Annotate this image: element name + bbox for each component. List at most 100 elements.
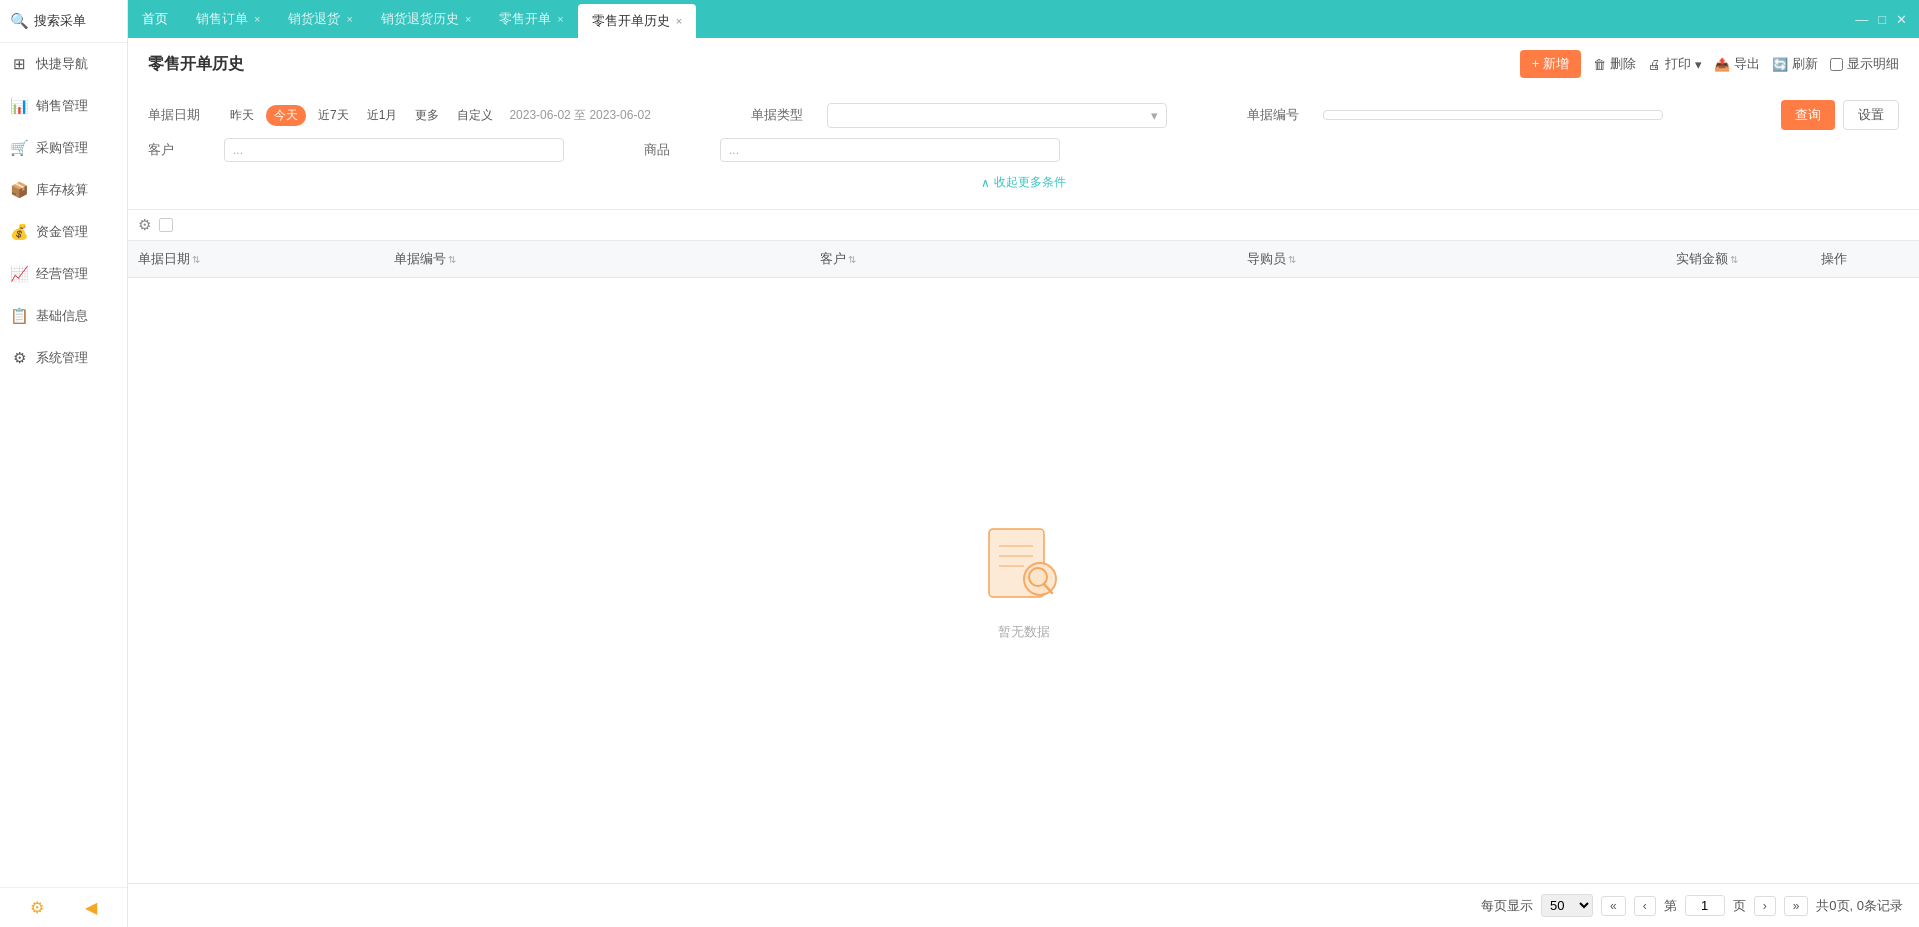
refresh-icon: 🔄 [1772, 57, 1788, 72]
export-button[interactable]: 📤 导出 [1714, 55, 1760, 73]
query-button[interactable]: 查询 [1781, 100, 1835, 130]
tab-retail-open[interactable]: 零售开单 × [485, 0, 577, 38]
sidebar-icon-basic: 📋 [10, 307, 28, 325]
goods-dots: ... [729, 143, 739, 157]
date-today[interactable]: 今天 [266, 105, 306, 126]
last-page-btn[interactable]: » [1784, 896, 1809, 916]
col-header-amount[interactable]: 实销金额⇅ [1493, 241, 1749, 278]
sidebar-label-system: 系统管理 [36, 349, 88, 367]
order-type-dropdown-icon: ▾ [1151, 108, 1158, 123]
sort-client-icon: ⇅ [848, 254, 856, 265]
col-header-client[interactable]: 客户⇅ [810, 241, 1236, 278]
tab-bar: 首页销售订单×销货退货×销货退货历史×零售开单×零售开单历史× — □ ✕ [128, 0, 1919, 38]
print-button[interactable]: 🖨 打印 ▾ [1648, 55, 1702, 73]
select-all-checkbox[interactable] [159, 218, 173, 232]
tab-label-home: 首页 [142, 10, 168, 28]
collapse-sidebar-icon[interactable]: ◀ [85, 898, 97, 917]
goods-input[interactable]: ... [720, 138, 1060, 162]
tab-sales-return[interactable]: 销货退货× [274, 0, 366, 38]
add-button[interactable]: + 新增 [1520, 50, 1581, 78]
sidebar-label-sales: 销售管理 [36, 97, 88, 115]
sort-guide-icon: ⇅ [1288, 254, 1296, 265]
date-yesterday[interactable]: 昨天 [224, 105, 260, 126]
sidebar-icon-operations: 📈 [10, 265, 28, 283]
tab-home[interactable]: 首页 [128, 0, 182, 38]
window-controls: — □ ✕ [1855, 12, 1919, 27]
date-1month[interactable]: 近1月 [361, 105, 404, 126]
filter-row-1: 单据日期 昨天 今天 近7天 近1月 更多 自定义 2023-06-02 至 2… [148, 100, 1899, 130]
content-area: 零售开单历史 + 新增 🗑 删除 🖨 打印 ▾ 📤 导出 [128, 38, 1919, 927]
window-min-btn[interactable]: — [1855, 12, 1868, 27]
refresh-button[interactable]: 🔄 刷新 [1772, 55, 1818, 73]
col-header-action: 操作 [1748, 241, 1919, 278]
per-page-select[interactable]: 50 10 20 100 [1541, 894, 1593, 917]
settings-bottom-icon[interactable]: ⚙ [30, 898, 44, 917]
client-filter-label: 客户 [148, 141, 204, 159]
client-input[interactable]: ... [224, 138, 564, 162]
sidebar-icon-inventory: 📦 [10, 181, 28, 199]
sidebar-item-operations[interactable]: 📈经营管理 [0, 253, 127, 295]
tab-close-sales-return[interactable]: × [346, 13, 352, 25]
tab-sales-return-history[interactable]: 销货退货历史× [367, 0, 485, 38]
col-header-date[interactable]: 单据日期⇅ [128, 241, 384, 278]
display-cols-checkbox[interactable] [1830, 58, 1843, 71]
order-no-label: 单据编号 [1247, 106, 1303, 124]
pagination: 每页显示 50 10 20 100 « ‹ 第 页 › » 共0页, 0条记录 [128, 883, 1919, 927]
prev-page-btn[interactable]: ‹ [1634, 896, 1656, 916]
main-area: 首页销售订单×销货退货×销货退货历史×零售开单×零售开单历史× — □ ✕ 零售… [128, 0, 1919, 927]
sidebar-label-finance: 资金管理 [36, 223, 88, 241]
display-cols-toggle[interactable]: 显示明细 [1830, 55, 1899, 73]
sidebar-label-inventory: 库存核算 [36, 181, 88, 199]
table-container: ⚙ 单据日期⇅ 单据编号⇅ 客户⇅ [128, 210, 1919, 927]
settings-button[interactable]: 设置 [1843, 100, 1899, 130]
page-header: 零售开单历史 + 新增 🗑 删除 🖨 打印 ▾ 📤 导出 [128, 38, 1919, 210]
window-max-btn[interactable]: □ [1878, 12, 1886, 27]
date-range-display: 2023-06-02 至 2023-06-02 [509, 107, 650, 124]
next-page-btn[interactable]: › [1754, 896, 1776, 916]
sidebar-item-quick-nav[interactable]: ⊞快捷导航 [0, 43, 127, 85]
first-page-btn[interactable]: « [1601, 896, 1626, 916]
sidebar-icon-finance: 💰 [10, 223, 28, 241]
tab-close-retail-open[interactable]: × [557, 13, 563, 25]
date-7days[interactable]: 近7天 [312, 105, 355, 126]
tab-sales-order[interactable]: 销售订单× [182, 0, 274, 38]
tab-close-sales-return-history[interactable]: × [465, 13, 471, 25]
sidebar-icon-quick-nav: ⊞ [10, 55, 28, 73]
tab-retail-history[interactable]: 零售开单历史× [578, 4, 696, 38]
empty-text: 暂无数据 [998, 623, 1050, 641]
order-type-select[interactable]: ▾ [827, 103, 1167, 128]
filter-area: 单据日期 昨天 今天 近7天 近1月 更多 自定义 2023-06-02 至 2… [148, 90, 1899, 209]
page-suffix: 页 [1733, 897, 1746, 915]
col-header-order-no[interactable]: 单据编号⇅ [384, 241, 810, 278]
page-title: 零售开单历史 [148, 54, 244, 75]
search-menu[interactable]: 🔍 搜索采单 [0, 0, 127, 43]
sidebar: 🔍 搜索采单 ⊞快捷导航📊销售管理 🛒 采购管理 📦 库存核算 💰 资金管理 📈经营管理📋基础… [0, 0, 128, 927]
window-close-btn[interactable]: ✕ [1896, 12, 1907, 27]
sidebar-item-purchase[interactable]: 🛒 采购管理 [0, 127, 127, 169]
export-icon: 📤 [1714, 57, 1730, 72]
table-settings-icon[interactable]: ⚙ [138, 216, 151, 234]
collapse-up-icon: ∧ [981, 176, 990, 190]
sidebar-label-purchase: 采购管理 [36, 139, 88, 157]
toolbar: + 新增 🗑 删除 🖨 打印 ▾ 📤 导出 🔄 [1520, 50, 1899, 78]
sidebar-item-sales[interactable]: 📊销售管理 [0, 85, 127, 127]
order-no-input[interactable] [1323, 110, 1663, 120]
sidebar-item-system[interactable]: ⚙系统管理 [0, 337, 127, 379]
page-number-input[interactable] [1685, 895, 1725, 916]
col-header-guide[interactable]: 导购员⇅ [1237, 241, 1493, 278]
collapse-bar[interactable]: ∧ 收起更多条件 [148, 170, 1899, 199]
tab-label-retail-open: 零售开单 [499, 10, 551, 28]
sidebar-item-inventory[interactable]: 📦 库存核算 [0, 169, 127, 211]
tab-close-sales-order[interactable]: × [254, 13, 260, 25]
sidebar-icon-purchase: 🛒 [10, 139, 28, 157]
filter-row-2: 客户 ... 商品 ... [148, 138, 1899, 162]
date-more[interactable]: 更多 [409, 105, 445, 126]
tab-close-retail-history[interactable]: × [676, 15, 682, 27]
sidebar-item-finance[interactable]: 💰 资金管理 [0, 211, 127, 253]
table-toolbar: ⚙ [128, 210, 1919, 241]
sidebar-item-basic[interactable]: 📋基础信息 [0, 295, 127, 337]
delete-button[interactable]: 🗑 删除 [1593, 55, 1636, 73]
delete-icon: 🗑 [1593, 57, 1606, 72]
date-custom[interactable]: 自定义 [451, 105, 499, 126]
search-icon: 🔍 [10, 12, 28, 30]
